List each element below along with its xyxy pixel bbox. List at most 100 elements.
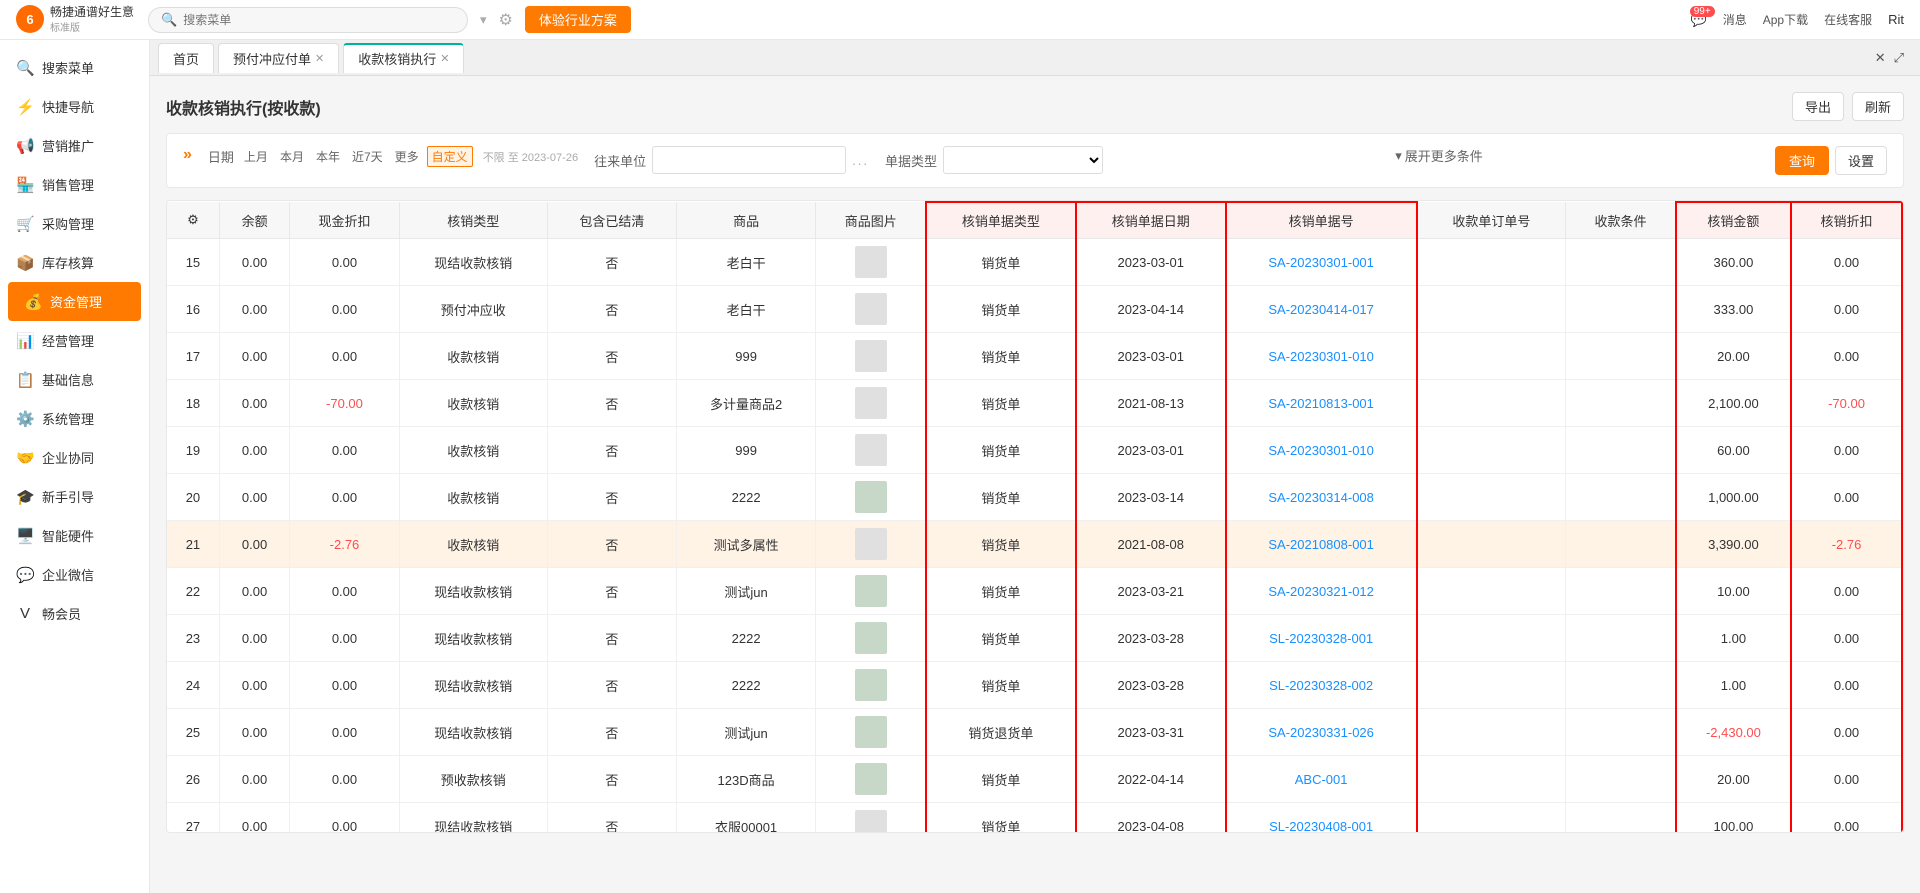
date-more[interactable]: 更多	[391, 146, 423, 167]
cell-cancel_discount: 0.00	[1791, 803, 1902, 834]
product-image	[855, 575, 887, 607]
cell-receipt_condition	[1566, 521, 1676, 568]
cell-bill_no[interactable]: SL-20230408-001	[1226, 803, 1417, 834]
online-service[interactable]: 在线客服	[1824, 11, 1872, 28]
date-custom[interactable]: 自定义	[427, 146, 473, 167]
cell-receipt_order_no	[1417, 286, 1566, 333]
message-label: 消息	[1723, 11, 1747, 28]
sidebar-item-purchase[interactable]: 🛒采购管理	[0, 204, 149, 243]
cell-cancel_amount: 1,000.00	[1676, 474, 1791, 521]
user-name[interactable]: Rit	[1888, 12, 1904, 27]
sidebar-item-finance[interactable]: 💰资金管理	[8, 282, 141, 321]
date-last-month[interactable]: 上月	[240, 146, 272, 167]
cell-includes_settled: 否	[547, 709, 676, 756]
date-this-month[interactable]: 本月	[276, 146, 308, 167]
cell-bill_no[interactable]: SL-20230328-002	[1226, 662, 1417, 709]
cell-bill_no[interactable]: SA-20230301-010	[1226, 333, 1417, 380]
cell-cash_discount: 0.00	[290, 615, 399, 662]
cell-bill_date: 2023-03-28	[1076, 615, 1226, 662]
cell-bill_no[interactable]: SA-20210813-001	[1226, 380, 1417, 427]
sidebar-item-quick-nav[interactable]: ⚡快捷导航	[0, 87, 149, 126]
message-badge: 99+	[1690, 6, 1715, 17]
sidebar-item-search[interactable]: 🔍搜索菜单	[0, 48, 149, 87]
cell-bill_no[interactable]: SL-20230328-001	[1226, 615, 1417, 662]
sidebar-item-inventory[interactable]: 📦库存核算	[0, 243, 149, 282]
filter-collapse-btn[interactable]: »	[183, 146, 192, 164]
cell-cancel_amount: 20.00	[1676, 333, 1791, 380]
tab-0[interactable]: 首页	[158, 43, 214, 73]
app-download[interactable]: App下载	[1763, 11, 1808, 28]
sidebar-item-sales[interactable]: 🏪销售管理	[0, 165, 149, 204]
sidebar-item-member[interactable]: V畅会员	[0, 594, 149, 633]
bill-type-select[interactable]	[943, 146, 1103, 174]
partner-input[interactable]	[652, 146, 846, 174]
expand-tab-icon[interactable]: ⤢	[1894, 50, 1904, 66]
cell-bill_no[interactable]: SA-20230301-001	[1226, 239, 1417, 286]
query-btn[interactable]: 查询	[1775, 146, 1829, 175]
date-this-year[interactable]: 本年	[312, 146, 344, 167]
cell-bill_no[interactable]: SA-20230331-026	[1226, 709, 1417, 756]
table-row: 180.00-70.00收款核销否多计量商品2销货单2021-08-13SA-2…	[167, 380, 1902, 427]
industry-btn[interactable]: 体验行业方案	[525, 6, 631, 33]
tab-close-2[interactable]: ✕	[440, 52, 449, 65]
cell-bill_type: 销货单	[926, 380, 1076, 427]
col-header-cancel_type: 核销类型	[399, 202, 547, 239]
settings-table-btn[interactable]: 设置	[1835, 146, 1887, 175]
filter-area: » 日期 上月 本月 本年 近7天 更多 自定义 不限 至 2023-07-26	[166, 133, 1904, 188]
cell-bill_no[interactable]: SA-20230414-017	[1226, 286, 1417, 333]
cell-product: 测试jun	[676, 709, 816, 756]
cell-bill_type: 销货单	[926, 803, 1076, 834]
cell-balance: 0.00	[219, 474, 289, 521]
date-7days[interactable]: 近7天	[348, 146, 387, 167]
sidebar-item-smart-hw[interactable]: 🖥️智能硬件	[0, 516, 149, 555]
dropdown-icon[interactable]: ▾	[480, 12, 487, 28]
cell-bill_type: 销货单	[926, 239, 1076, 286]
sidebar-label-sales: 销售管理	[42, 175, 94, 194]
cell-cancel_type: 收款核销	[399, 380, 547, 427]
cell-cash_discount: -2.76	[290, 521, 399, 568]
cell-bill_date: 2023-03-14	[1076, 474, 1226, 521]
cell-bill_no[interactable]: ABC-001	[1226, 756, 1417, 803]
cell-balance: 0.00	[219, 286, 289, 333]
cell-bill_no[interactable]: SA-20210808-001	[1226, 521, 1417, 568]
sidebar-label-quick-nav: 快捷导航	[42, 97, 94, 116]
tab-close-1[interactable]: ✕	[315, 52, 324, 65]
system-icon: ⚙️	[16, 410, 34, 428]
product-image	[855, 622, 887, 654]
cell-receipt_condition	[1566, 568, 1676, 615]
cell-receipt_order_no	[1417, 709, 1566, 756]
sidebar-item-enterprise[interactable]: 🤝企业协同	[0, 438, 149, 477]
cell-bill_no[interactable]: SA-20230321-012	[1226, 568, 1417, 615]
refresh-btn[interactable]: 刷新	[1852, 92, 1904, 121]
tab-1[interactable]: 预付冲应付单✕	[218, 43, 339, 73]
cell-bill_no[interactable]: SA-20230301-010	[1226, 427, 1417, 474]
cell-settings: 24	[167, 662, 219, 709]
tab-2[interactable]: 收款核销执行✕	[343, 43, 464, 73]
cell-product_img	[816, 474, 926, 521]
settings-icon[interactable]: ⚙	[499, 10, 513, 30]
cell-product_img	[816, 333, 926, 380]
cell-bill_no[interactable]: SA-20230314-008	[1226, 474, 1417, 521]
close-tab-icon[interactable]: ✕	[1875, 50, 1886, 66]
expand-conditions-btn[interactable]: ▾ 展开更多条件	[1395, 146, 1483, 165]
col-header-cancel_discount: 核销折扣	[1791, 202, 1902, 239]
cell-cancel_amount: -2,430.00	[1676, 709, 1791, 756]
sidebar-item-newbie[interactable]: 🎓新手引导	[0, 477, 149, 516]
col-header-bill_type: 核销单据类型	[926, 202, 1076, 239]
top-search-bar[interactable]: 🔍	[148, 7, 468, 33]
cell-balance: 0.00	[219, 709, 289, 756]
cell-cancel_discount: -2.76	[1791, 521, 1902, 568]
export-btn[interactable]: 导出	[1792, 92, 1844, 121]
sidebar-item-wechat[interactable]: 💬企业微信	[0, 555, 149, 594]
search-input[interactable]	[183, 13, 455, 27]
sidebar-item-system[interactable]: ⚙️系统管理	[0, 399, 149, 438]
sidebar-item-basic-info[interactable]: 📋基础信息	[0, 360, 149, 399]
cell-product: 999	[676, 333, 816, 380]
sidebar-item-marketing[interactable]: 📢营销推广	[0, 126, 149, 165]
page-actions: 导出 刷新	[1792, 92, 1904, 121]
basic-info-icon: 📋	[16, 371, 34, 389]
messages-icon[interactable]: 💬 99+	[1691, 12, 1707, 28]
sidebar-item-operations[interactable]: 📊经营管理	[0, 321, 149, 360]
partner-dots[interactable]: ...	[852, 153, 869, 168]
page-header: 收款核销执行(按收款) 导出 刷新	[166, 92, 1904, 121]
